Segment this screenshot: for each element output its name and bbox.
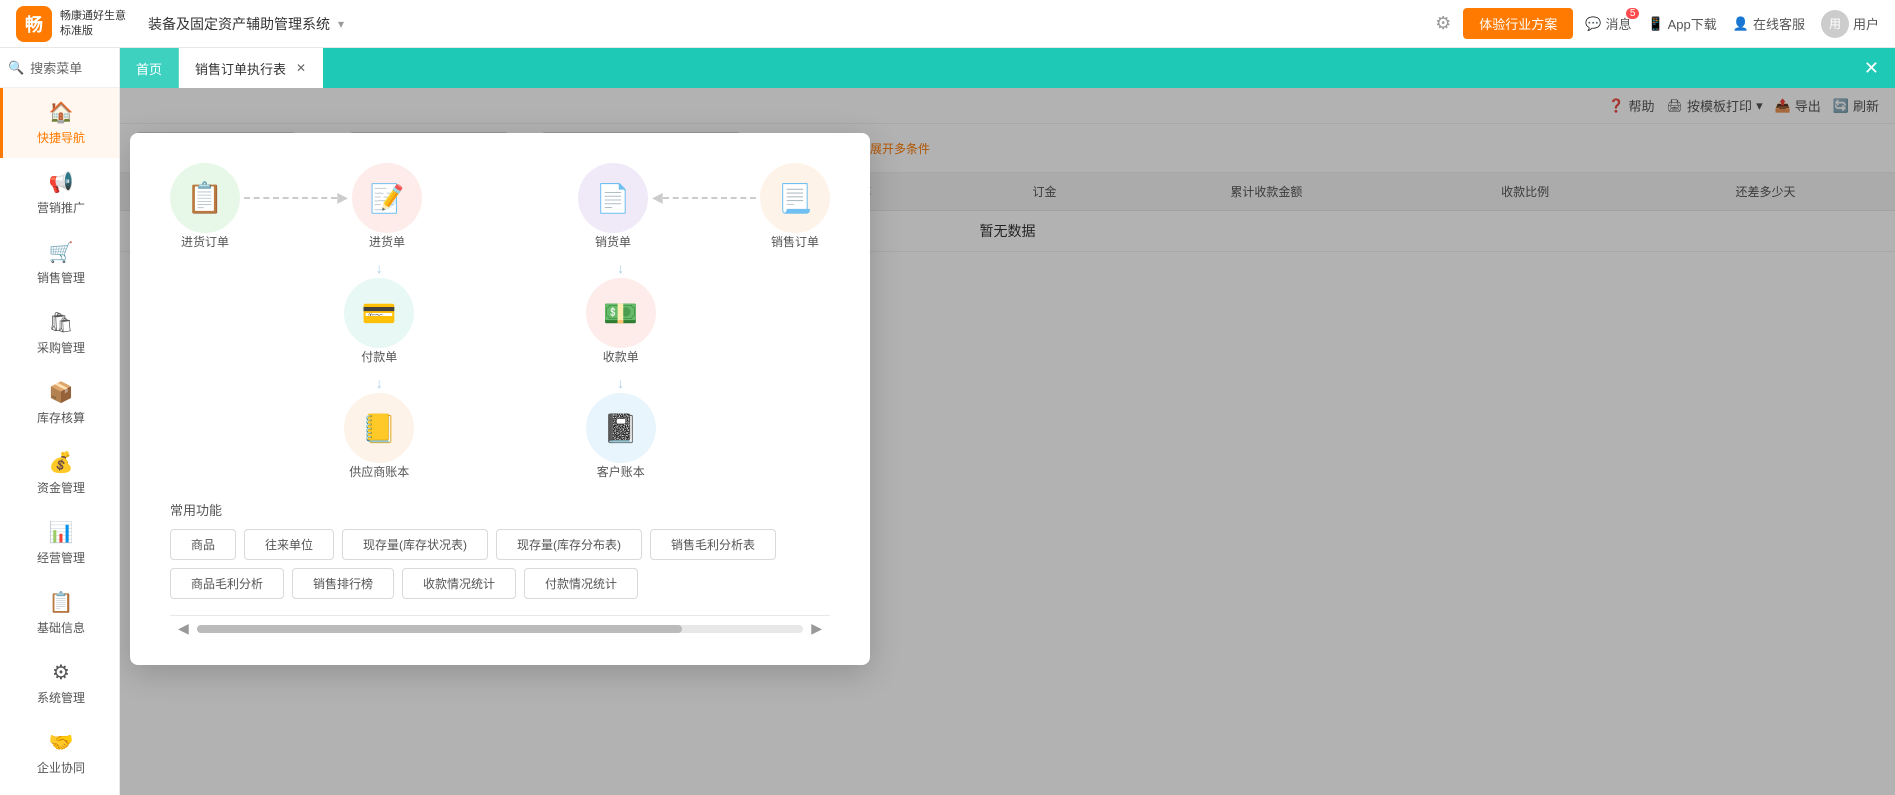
func-buttons: 商品往来单位现存量(库存状况表) 现存量(库存分布表) 销售毛利分析表商品毛利分析销…: [170, 529, 830, 599]
quick-nav-icon: 🏠: [49, 100, 74, 125]
payment-bill-label: 付款单: [361, 348, 397, 365]
sidebar-item-purchase[interactable]: 🛍 采购管理: [0, 298, 119, 368]
sidebar-item-basic[interactable]: 📋 基础信息: [0, 578, 119, 648]
popup-overlay: 📋 进货订单 ▶ 📝: [120, 88, 1895, 795]
message-icon: 💬: [1585, 16, 1601, 32]
operation-icon: 📊: [49, 520, 74, 545]
scroll-left-btn[interactable]: ◀: [178, 620, 189, 637]
customer-ledger-icon: 📓: [586, 393, 656, 463]
sidebar-item-system[interactable]: ⚙ 系统管理: [0, 648, 119, 718]
online-service-btn[interactable]: 👤 在线客服: [1733, 14, 1805, 33]
sidebar-item-capital[interactable]: 💰 资金管理: [0, 438, 119, 508]
purchase-bill-down-arrow: ↓: [376, 260, 383, 276]
app-icon: 📱: [1647, 16, 1663, 32]
func-btn-7[interactable]: 收款情况统计: [402, 568, 516, 599]
tab-bar-close-btn[interactable]: ✕: [1848, 58, 1895, 79]
sidebar-item-cooperation[interactable]: 🤝 企业协同: [0, 718, 119, 788]
purchase-icon: 🛍: [48, 310, 73, 335]
supplier-ledger-icon: 📒: [344, 393, 414, 463]
settings-icon[interactable]: ⚙: [1435, 13, 1451, 34]
system-title: 装备及固定资产辅助管理系统 ▾: [148, 14, 1423, 34]
common-funcs: 常用功能 商品往来单位现存量(库存状况表)现存量(库存分布表)销售毛利分析表商品…: [170, 500, 830, 599]
inventory-icon: 📦: [49, 380, 74, 405]
receipt-bill-icon: 💵: [586, 278, 656, 348]
func-btn-4[interactable]: 销售毛利分析表: [650, 529, 776, 560]
func-btn-0[interactable]: 商品: [170, 529, 236, 560]
purchase-order-icon: 📋: [170, 163, 240, 233]
sales-bill-down-arrow: ↓: [617, 260, 624, 276]
purchase-order-node[interactable]: 📋 进货订单: [170, 163, 240, 250]
user-avatar[interactable]: 用 用户: [1821, 10, 1879, 38]
func-btn-8[interactable]: 付款情况统计: [524, 568, 638, 599]
func-btn-6[interactable]: 销售排行榜: [292, 568, 394, 599]
tab-bar: 首页 销售订单执行表 ✕ ✕: [120, 48, 1895, 88]
logo-icon: 畅: [16, 6, 52, 42]
sidebar-item-operation[interactable]: 📊 经营管理: [0, 508, 119, 578]
capital-icon: 💰: [49, 450, 74, 475]
sidebar-search[interactable]: 🔍 搜索菜单: [0, 48, 119, 88]
sidebar-item-newguide[interactable]: 📖 新手引导: [0, 788, 119, 795]
page-content: ❓ 帮助 🖨 按模板打印 ▾ 📤 导出 🔄 刷新: [120, 88, 1895, 795]
flow-diagram: 📋 进货订单 ▶ 📝: [170, 163, 830, 480]
purchase-bill-label: 进货单: [369, 233, 405, 250]
content-area: 首页 销售订单执行表 ✕ ✕ ❓ 帮助 🖨 按: [120, 48, 1895, 795]
func-btn-1[interactable]: 往来单位: [244, 529, 334, 560]
cooperation-icon: 🤝: [49, 730, 74, 755]
scroll-bar-area: ◀ ▶: [170, 615, 830, 641]
func-btn-3[interactable]: 现存量(库存分布表): [496, 529, 642, 560]
sales-order-node[interactable]: 📃 销售订单: [760, 163, 830, 250]
top-right-area: 💬 消息 5 📱 App下载 👤 在线客服 用 用户: [1585, 10, 1879, 38]
sidebar-item-marketing[interactable]: 📢 营销推广: [0, 158, 119, 228]
logo-area: 畅 畅康通好生意 标准版: [16, 6, 136, 42]
tab-home[interactable]: 首页: [120, 48, 179, 88]
supplier-ledger-label: 供应商账本: [349, 463, 409, 480]
func-btn-2[interactable]: 现存量(库存状况表): [342, 529, 488, 560]
sales-icon: 🛒: [49, 240, 74, 265]
experience-btn[interactable]: 体验行业方案: [1463, 8, 1573, 39]
scroll-track[interactable]: [197, 625, 803, 633]
sales-bill-node[interactable]: 📄 销货单: [578, 163, 648, 250]
receipt-bill-label: 收款单: [603, 348, 639, 365]
sidebar-item-inventory[interactable]: 📦 库存核算: [0, 368, 119, 438]
system-icon: ⚙: [52, 660, 70, 685]
service-icon: 👤: [1733, 16, 1749, 32]
common-funcs-title: 常用功能: [170, 500, 830, 519]
basic-icon: 📋: [49, 590, 74, 615]
purchase-order-label: 进货订单: [181, 233, 229, 250]
tab-sales-order-execution[interactable]: 销售订单执行表 ✕: [179, 48, 323, 88]
payment-bill-icon: 💳: [344, 278, 414, 348]
sales-order-label: 销售订单: [771, 233, 819, 250]
payment-down-arrow: ↓: [376, 375, 383, 391]
marketing-icon: 📢: [49, 170, 74, 195]
sales-bill-icon: 📄: [578, 163, 648, 233]
system-dropdown-icon[interactable]: ▾: [338, 17, 344, 31]
avatar: 用: [1821, 10, 1849, 38]
search-icon: 🔍: [8, 60, 24, 76]
logo-text: 畅康通好生意 标准版: [60, 9, 126, 38]
sidebar: 🔍 搜索菜单 🏠 快捷导航 📢 营销推广 🛒 销售管理 🛍 采购管理 📦: [0, 48, 120, 795]
message-btn[interactable]: 💬 消息 5: [1585, 14, 1631, 33]
customer-ledger-label: 客户账本: [597, 463, 645, 480]
sidebar-item-sales[interactable]: 🛒 销售管理: [0, 228, 119, 298]
sales-bill-label: 销货单: [595, 233, 631, 250]
scroll-right-btn[interactable]: ▶: [811, 620, 822, 637]
purchase-bill-node[interactable]: 📝 进货单: [352, 163, 422, 250]
tab-close-icon[interactable]: ✕: [296, 61, 306, 75]
purchase-bill-icon: 📝: [352, 163, 422, 233]
scroll-thumb: [197, 625, 682, 633]
sidebar-item-quick-nav[interactable]: 🏠 快捷导航: [0, 88, 119, 158]
sales-order-icon: 📃: [760, 163, 830, 233]
receipt-down-arrow: ↓: [617, 375, 624, 391]
func-btn-5[interactable]: 商品毛利分析: [170, 568, 284, 599]
popup-box: 📋 进货订单 ▶ 📝: [130, 133, 870, 665]
message-badge: 5: [1626, 8, 1640, 19]
app-download-btn[interactable]: 📱 App下载: [1647, 14, 1716, 33]
